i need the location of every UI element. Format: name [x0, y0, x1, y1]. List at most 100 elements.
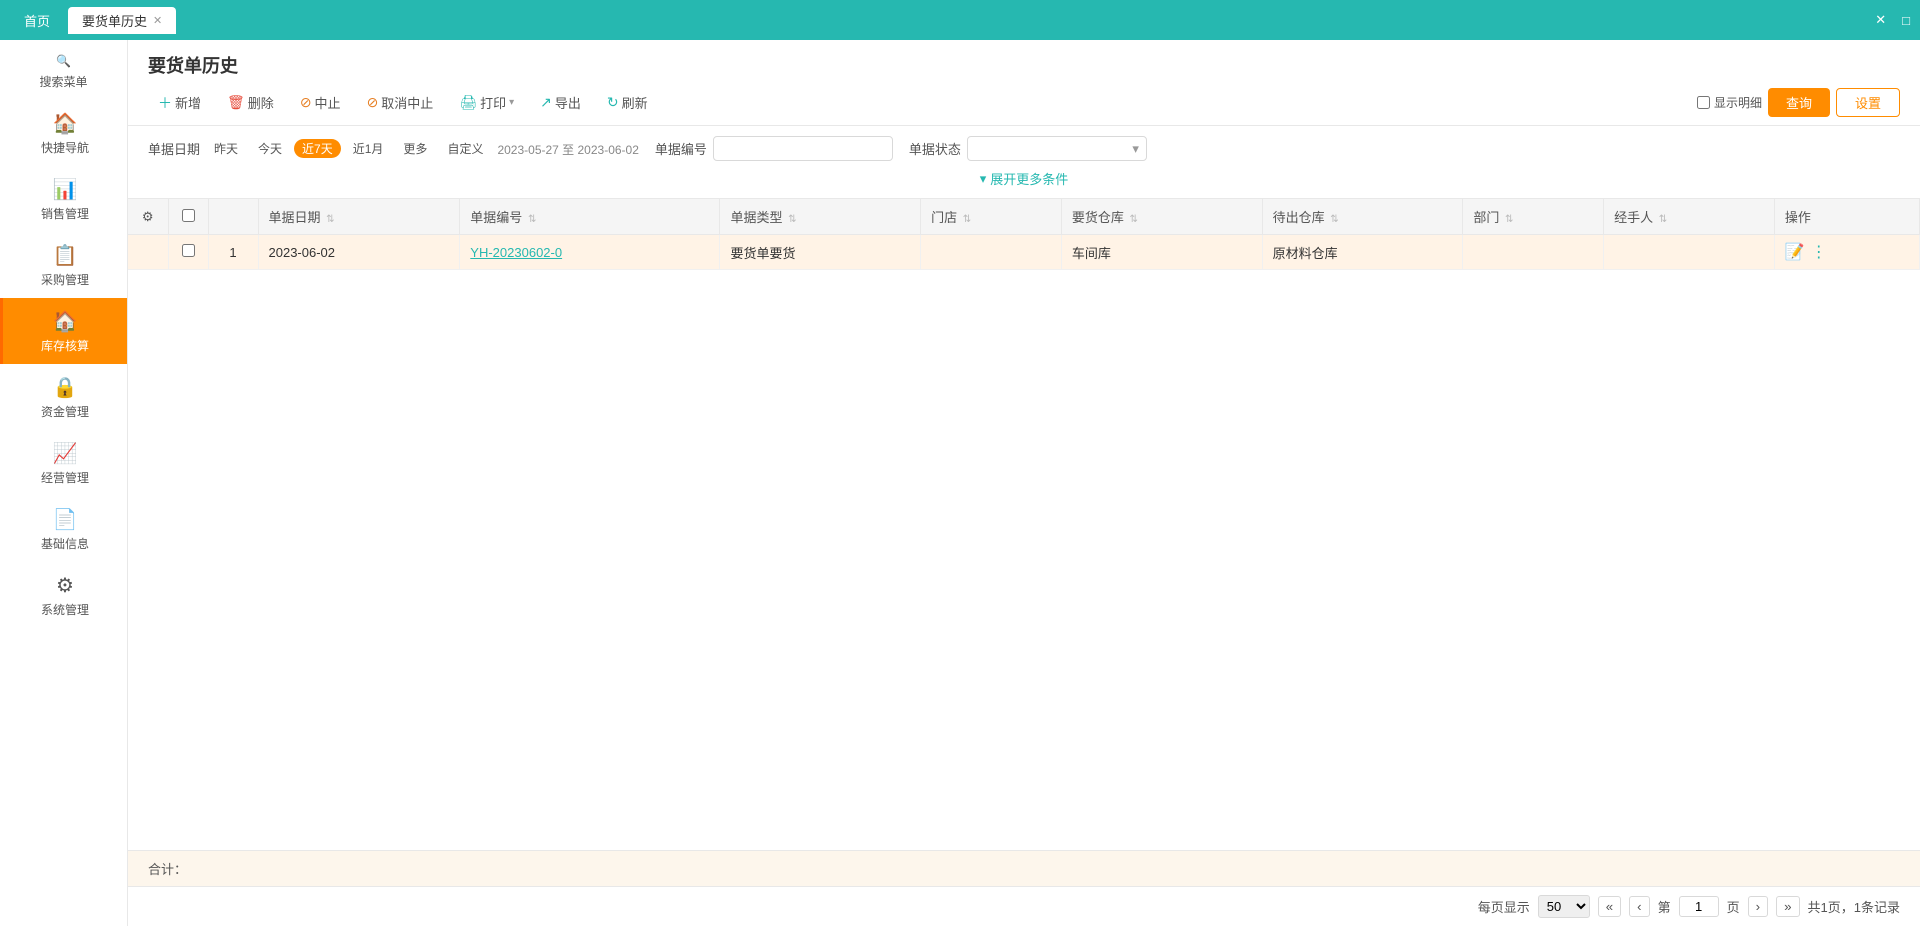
td-handler — [1604, 235, 1775, 270]
sidebar-item-purchase[interactable]: 📋 采购管理 — [0, 232, 127, 298]
window-close-btn[interactable]: ✕ — [1875, 12, 1886, 28]
finance-icon: 🔒 — [53, 378, 78, 398]
doc-number-filter-label: 单据编号 — [655, 139, 707, 158]
expand-more-btn[interactable]: ▾ 展开更多条件 — [980, 169, 1069, 188]
th-store[interactable]: 门店 ⇅ — [921, 199, 1062, 235]
sidebar-label-quick-nav: 快捷导航 — [41, 139, 89, 156]
doc-number-link[interactable]: YH-20230602-0 — [470, 245, 562, 260]
select-all-checkbox[interactable] — [182, 209, 195, 222]
th-doc-date-label: 单据日期 — [269, 210, 321, 225]
row-edit-btn[interactable]: 📝 — [1785, 242, 1805, 262]
th-store-label: 门店 — [931, 210, 957, 225]
th-handler[interactable]: 经手人 ⇅ — [1604, 199, 1775, 235]
quick-nav-icon: 🏠 — [53, 114, 78, 134]
sort-store-icon: ⇅ — [963, 214, 971, 225]
th-checkbox — [168, 199, 208, 235]
filter-group-date: 单据日期 昨天 今天 近7天 近1月 更多 自定义 2023-05-27 至 2… — [148, 139, 639, 158]
sidebar-item-system[interactable]: ⚙ 系统管理 — [0, 562, 127, 628]
td-doc-type: 要货单要货 — [720, 235, 921, 270]
th-doc-number[interactable]: 单据编号 ⇅ — [460, 199, 720, 235]
th-doc-type[interactable]: 单据类型 ⇅ — [720, 199, 921, 235]
row-checkbox[interactable] — [182, 244, 195, 257]
cancel-stop-label: 取消中止 — [381, 93, 433, 112]
content-area: 要货单历史 ＋ 新增 🗑 删除 ⊘ 中止 ⊘ 取消中止 — [128, 40, 1920, 926]
sidebar-item-sales[interactable]: 📊 销售管理 — [0, 166, 127, 232]
settings-button[interactable]: 设置 — [1836, 88, 1900, 117]
delete-label: 删除 — [248, 93, 274, 112]
stop-icon: ⊘ — [300, 94, 312, 111]
page-input[interactable] — [1679, 896, 1719, 917]
prev-page-btn[interactable]: ‹ — [1629, 896, 1649, 917]
doc-status-filter-label: 单据状态 — [909, 139, 961, 158]
th-pending-warehouse-label: 待出仓库 — [1273, 210, 1325, 225]
next-page-btn[interactable]: › — [1748, 896, 1768, 917]
chip-more[interactable]: 更多 — [395, 139, 435, 158]
date-range-display: 2023-05-27 至 2023-06-02 — [497, 141, 638, 158]
sidebar-item-operations[interactable]: 📈 经营管理 — [0, 430, 127, 496]
summary-label: 合计： — [148, 862, 187, 877]
table-row: 1 2023-06-02 YH-20230602-0 要货单要货 车间库 原材料… — [128, 235, 1920, 270]
sort-req-warehouse-icon: ⇅ — [1130, 214, 1138, 225]
per-page-select[interactable]: 50 10 20 100 — [1538, 895, 1590, 918]
doc-status-select[interactable] — [967, 136, 1147, 161]
cancel-stop-icon: ⊘ — [367, 94, 379, 111]
sort-doc-date-icon: ⇅ — [326, 214, 334, 225]
total-info: 共1页，1条记录 — [1808, 897, 1900, 916]
last-page-btn[interactable]: » — [1776, 896, 1799, 917]
print-icon: 🖨 — [459, 94, 477, 111]
delete-icon: 🗑 — [227, 94, 245, 111]
th-req-warehouse[interactable]: 要货仓库 ⇅ — [1061, 199, 1262, 235]
sidebar-item-quick-nav[interactable]: 🏠 快捷导航 — [0, 100, 127, 166]
row-more-btn[interactable]: ⋮ — [1811, 242, 1827, 262]
tab-close-icon[interactable]: ✕ — [153, 14, 162, 27]
chip-1month[interactable]: 近1月 — [345, 139, 392, 158]
first-page-btn[interactable]: « — [1598, 896, 1621, 917]
refresh-button[interactable]: ↻ 刷新 — [597, 89, 658, 116]
td-row-settings — [128, 235, 168, 270]
system-icon: ⚙ — [56, 576, 74, 596]
refresh-label: 刷新 — [622, 93, 648, 112]
th-department[interactable]: 部门 ⇅ — [1463, 199, 1604, 235]
delete-button[interactable]: 🗑 删除 — [217, 89, 284, 116]
td-doc-date: 2023-06-02 — [258, 235, 460, 270]
page-label: 第 — [1658, 897, 1671, 916]
td-department — [1463, 235, 1604, 270]
sidebar-item-inventory[interactable]: 🏠 库存核算 — [0, 298, 127, 364]
sidebar-item-search-menu[interactable]: 🔍 搜索菜单 — [0, 40, 127, 100]
chip-7days[interactable]: 近7天 — [294, 139, 341, 158]
stop-button[interactable]: ⊘ 中止 — [290, 89, 351, 116]
filter-bar: 单据日期 昨天 今天 近7天 近1月 更多 自定义 2023-05-27 至 2… — [128, 126, 1920, 199]
export-button[interactable]: ↗ 导出 — [530, 89, 591, 116]
refresh-icon: ↻ — [607, 94, 619, 111]
sidebar-item-basic-info[interactable]: 📄 基础信息 — [0, 496, 127, 562]
doc-number-input[interactable] — [713, 136, 893, 161]
basic-info-icon: 📄 — [53, 510, 78, 530]
new-label: 新增 — [175, 93, 201, 112]
show-detail-checkbox[interactable] — [1697, 96, 1710, 109]
filter-group-doc-number: 单据编号 — [655, 136, 893, 161]
th-settings[interactable]: ⚙ — [128, 199, 168, 235]
query-button[interactable]: 查询 — [1768, 88, 1830, 117]
chip-yesterday[interactable]: 昨天 — [206, 139, 246, 158]
tab-home[interactable]: 首页 — [10, 7, 64, 34]
sidebar-item-finance[interactable]: 🔒 资金管理 — [0, 364, 127, 430]
pagination: 每页显示 50 10 20 100 « ‹ 第 页 › » 共1页，1条记录 — [128, 886, 1920, 926]
window-maximize-btn[interactable]: □ — [1902, 13, 1910, 28]
export-label: 导出 — [555, 93, 581, 112]
tab-requisition-history[interactable]: 要货单历史 ✕ — [68, 7, 176, 34]
operations-icon: 📈 — [53, 444, 78, 464]
print-button[interactable]: 🖨 打印 ▾ — [449, 89, 524, 116]
table-header-row: ⚙ 单据日期 ⇅ 单据编号 ⇅ — [128, 199, 1920, 235]
sidebar-label-system: 系统管理 — [41, 601, 89, 618]
cancel-stop-button[interactable]: ⊘ 取消中止 — [357, 89, 444, 116]
top-bar: 首页 要货单历史 ✕ ✕ □ — [0, 0, 1920, 40]
new-button[interactable]: ＋ 新增 — [148, 89, 211, 117]
th-doc-date[interactable]: 单据日期 ⇅ — [258, 199, 460, 235]
td-req-warehouse: 车间库 — [1061, 235, 1262, 270]
th-pending-warehouse[interactable]: 待出仓库 ⇅ — [1262, 199, 1463, 235]
chip-today[interactable]: 今天 — [250, 139, 290, 158]
print-label: 打印 — [480, 93, 506, 112]
sales-icon: 📊 — [53, 180, 78, 200]
chip-custom[interactable]: 自定义 — [439, 139, 491, 158]
sidebar-label-purchase: 采购管理 — [41, 271, 89, 288]
